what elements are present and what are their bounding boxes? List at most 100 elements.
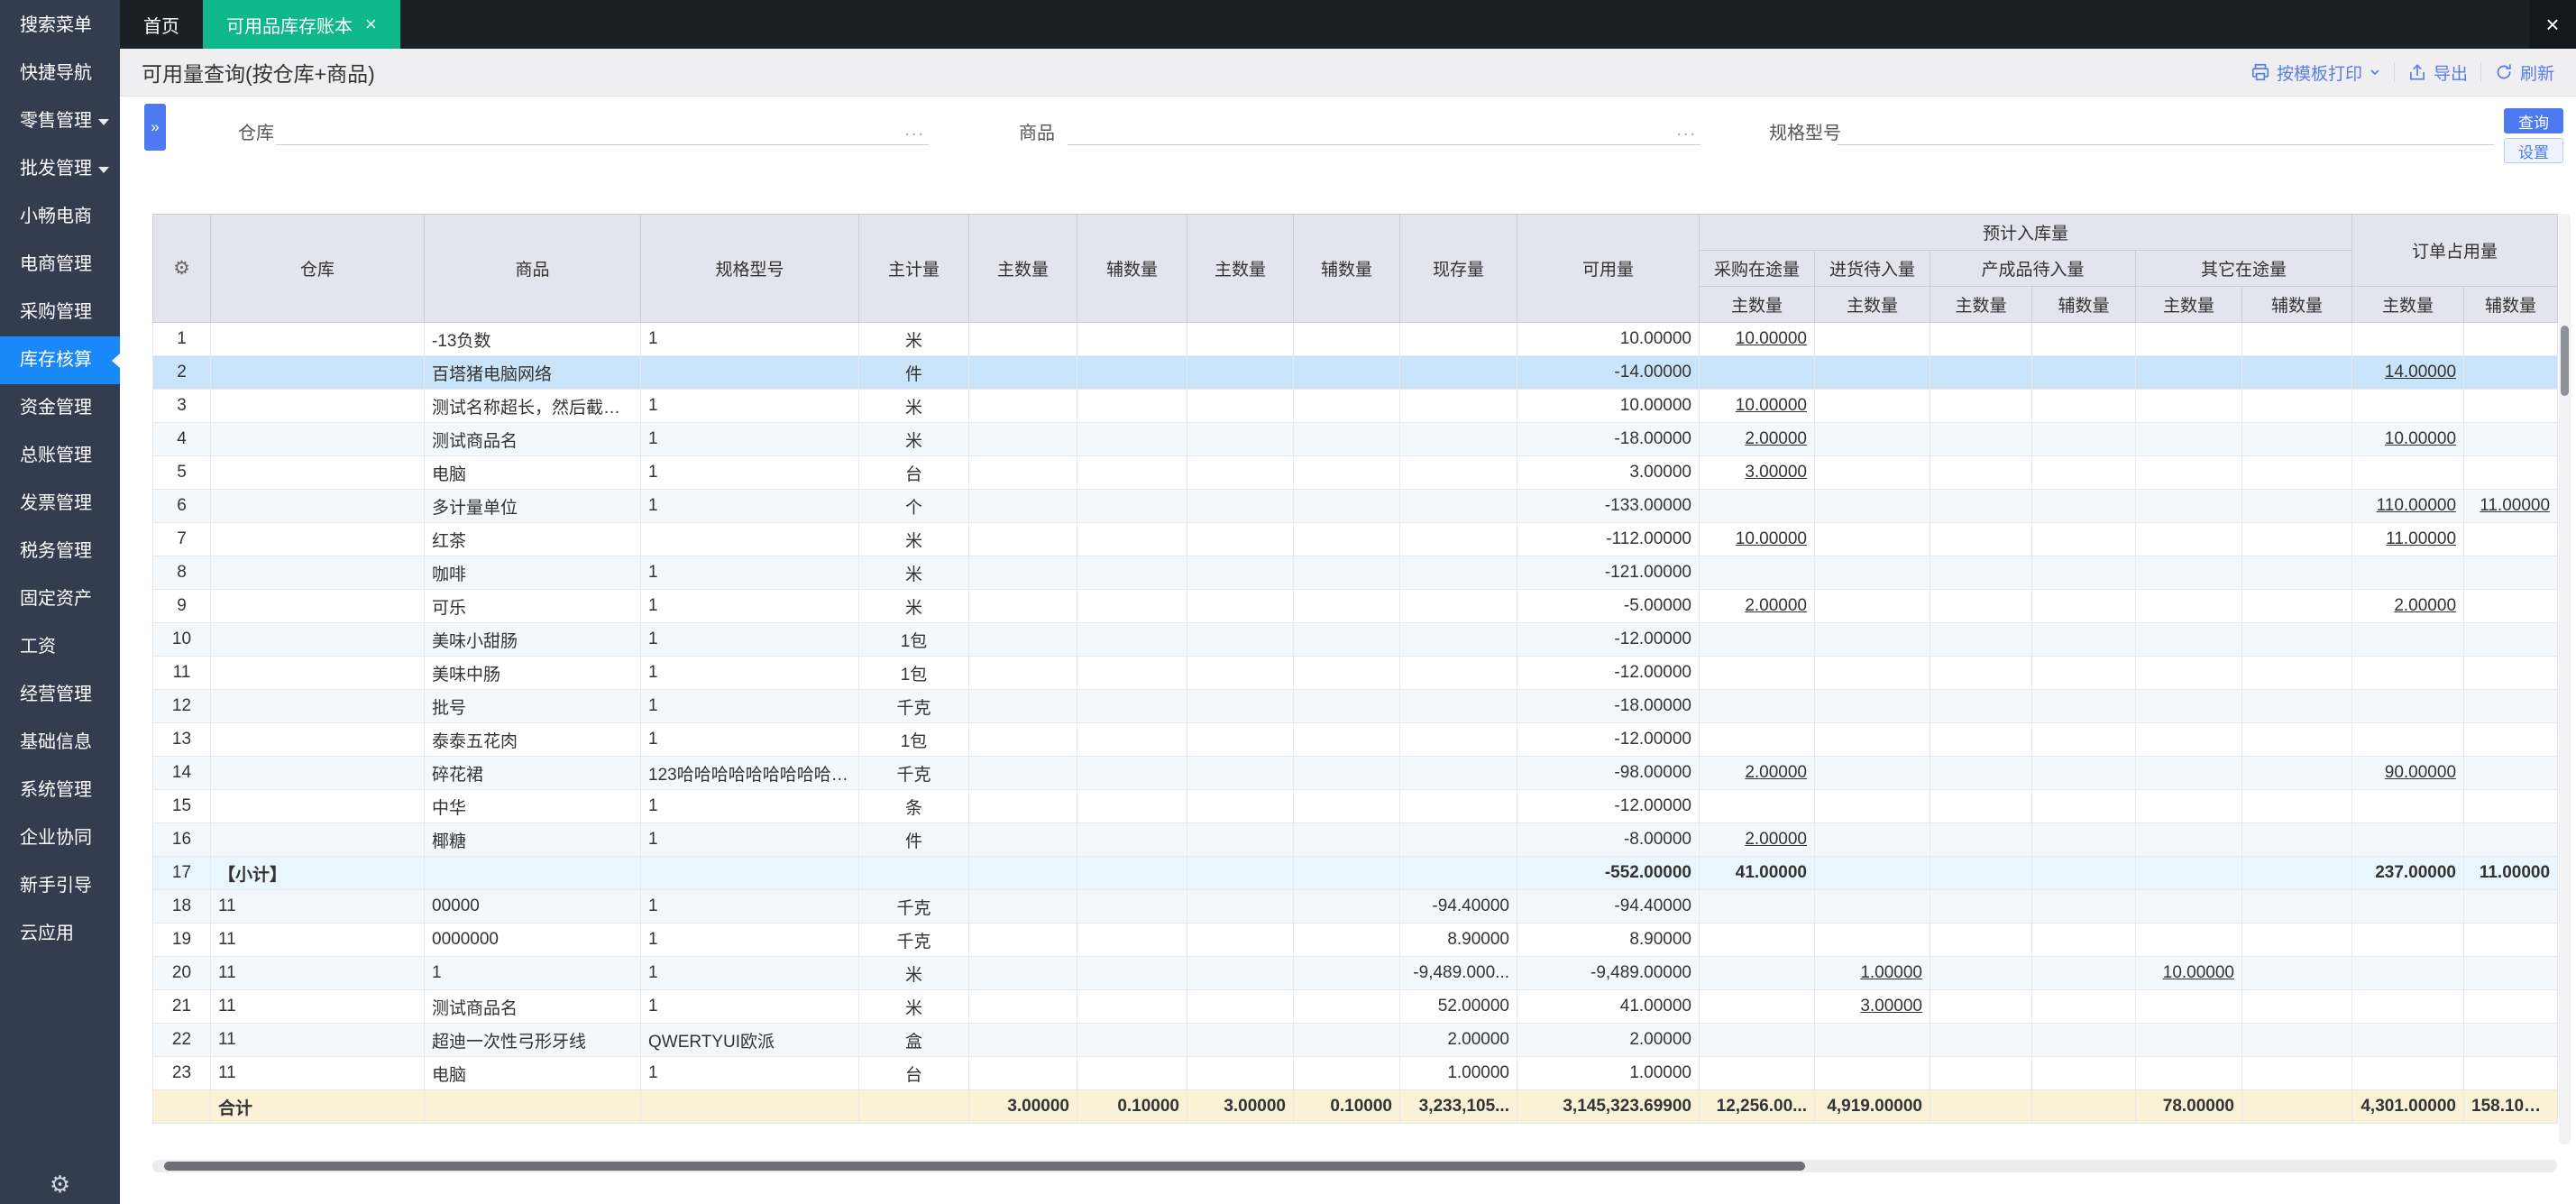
table-row[interactable]: 9 可乐 1 米 -5.00000 2.00000 2.00000 — [152, 589, 2559, 623]
table-row[interactable]: 21 11 测试商品名 1 米 52.00000 41.00000 3.00000 — [152, 989, 2559, 1024]
table-row[interactable]: 4 测试商品名 1 米 -18.00000 2.00000 10.00000 — [152, 422, 2559, 456]
cell-purchase_main[interactable]: 3.00000 — [1699, 455, 1815, 490]
cell-order_main[interactable]: 11.00000 — [2351, 522, 2465, 556]
cell-order_main — [2351, 823, 2465, 857]
query-button[interactable]: 查询 — [2504, 108, 2563, 133]
cell-available: -552.00000 — [1517, 856, 1700, 890]
cell-other_aux — [2241, 823, 2353, 857]
table-row[interactable]: 12 批号 1 千克 -18.00000 — [152, 689, 2559, 723]
sidebar-item-9[interactable]: 总账管理 — [0, 432, 120, 480]
sidebar-item-3[interactable]: 批发管理 — [0, 145, 120, 193]
cell-purchase_main[interactable]: 2.00000 — [1699, 823, 1815, 857]
sidebar-item-18[interactable]: 新手引导 — [0, 862, 120, 910]
cell-purchase_main[interactable]: 2.00000 — [1699, 589, 1815, 623]
cell-incoming_main — [1814, 389, 1930, 423]
sidebar-item-14[interactable]: 经营管理 — [0, 671, 120, 719]
cell-spec: 1 — [640, 489, 859, 523]
table-row[interactable]: 13 泰泰五花肉 1 1包 -12.00000 — [152, 722, 2559, 757]
tab-1[interactable]: 可用品库存账本 × — [203, 0, 400, 49]
total-row[interactable]: 合计 3.00000 0.10000 3.00000 0.10000 3,233,105.… — [152, 1089, 2559, 1124]
cell-incoming_main[interactable]: 3.00000 — [1814, 989, 1930, 1024]
table-row[interactable]: 15 中华 1 条 -12.00000 — [152, 789, 2559, 823]
cell-finished_aux — [2031, 322, 2136, 356]
close-tab-icon[interactable]: × — [365, 14, 377, 34]
reference-picker-icon[interactable]: ... — [904, 121, 925, 139]
sidebar-item-label: 发票管理 — [20, 493, 92, 513]
cell-incoming_main[interactable]: 1.00000 — [1814, 956, 1930, 990]
cell-finished_main — [1930, 1089, 2032, 1124]
sidebar-item-7[interactable]: 库存核算 — [0, 336, 120, 384]
collapse-filters-button[interactable]: » — [144, 104, 166, 151]
cell-other_main[interactable]: 10.00000 — [2135, 956, 2242, 990]
cell-order_main[interactable]: 14.00000 — [2351, 355, 2465, 390]
warehouse-filter-input[interactable] — [276, 107, 929, 144]
table-row[interactable]: 8 咖啡 1 米 -121.00000 — [152, 556, 2559, 590]
sidebar-item-5[interactable]: 电商管理 — [0, 241, 120, 289]
cell-incoming_main — [1814, 823, 1930, 857]
table-row[interactable]: 2 百塔猪电脑网络 件 -14.00000 14.00000 — [152, 355, 2559, 390]
reference-picker-icon[interactable]: ... — [1676, 121, 1697, 139]
table-row[interactable]: 18 11 00000 1 千克 -94.40000 -94.40000 — [152, 889, 2559, 924]
export-button[interactable]: 导出 — [2407, 60, 2468, 85]
table-row[interactable]: 16 椰糖 1 件 -8.00000 2.00000 — [152, 823, 2559, 857]
sidebar-item-2[interactable]: 零售管理 — [0, 97, 120, 145]
table-row[interactable]: 17 【小计】 -552.00000 41.00000 237.00000 11.0000… — [152, 856, 2559, 890]
refresh-button[interactable]: 刷新 — [2494, 60, 2554, 85]
print-button[interactable]: 按模板打印 — [2251, 60, 2381, 85]
horizontal-scrollbar[interactable] — [152, 1160, 2557, 1172]
cell-order_aux[interactable]: 11.00000 — [2463, 489, 2559, 523]
tab-0[interactable]: 首页 — [120, 0, 203, 49]
cell-available: -12.00000 — [1517, 622, 1700, 657]
cell-order_main[interactable]: 90.00000 — [2351, 756, 2465, 790]
sidebar-item-16[interactable]: 系统管理 — [0, 767, 120, 814]
table-row[interactable]: 23 11 电脑 1 台 1.00000 1.00000 — [152, 1056, 2559, 1090]
product-filter-input[interactable] — [1068, 107, 1701, 144]
gear-icon[interactable]: ⚙ — [152, 214, 211, 323]
table-row[interactable]: 19 11 0000000 1 千克 8.90000 8.90000 — [152, 923, 2559, 957]
vertical-scrollbar[interactable] — [2559, 214, 2571, 1144]
table-row[interactable]: 5 电脑 1 台 3.00000 3.00000 — [152, 455, 2559, 490]
table-row[interactable]: 1 -13负数 1 米 10.00000 10.00000 — [152, 322, 2559, 356]
cell-purchase_main[interactable]: 10.00000 — [1699, 322, 1815, 356]
settings-gear-icon[interactable]: ⚙ — [0, 1171, 120, 1199]
cell-purchase_main[interactable]: 2.00000 — [1699, 756, 1815, 790]
cell-purchase_main[interactable]: 2.00000 — [1699, 422, 1815, 456]
table-row[interactable]: 10 美味小甜肠 1 1包 -12.00000 — [152, 622, 2559, 657]
sidebar-item-4[interactable]: 小畅电商 — [0, 193, 120, 241]
cell-aux2 — [1293, 722, 1400, 757]
product-filter-label: 商品 — [1019, 124, 1055, 143]
sidebar-item-8[interactable]: 资金管理 — [0, 384, 120, 432]
cell-order_main[interactable]: 110.00000 — [2351, 489, 2465, 523]
sidebar-item-0[interactable]: 搜索菜单 — [0, 2, 120, 50]
cell-incoming_main — [1814, 856, 1930, 890]
sidebar-item-10[interactable]: 发票管理 — [0, 480, 120, 528]
cell-order_main[interactable]: 2.00000 — [2351, 589, 2465, 623]
refresh-label: 刷新 — [2519, 64, 2554, 84]
cell-product: 红茶 — [424, 522, 641, 556]
table-row[interactable]: 11 美味中肠 1 1包 -12.00000 — [152, 656, 2559, 690]
sidebar-item-11[interactable]: 税务管理 — [0, 528, 120, 575]
table-row[interactable]: 7 红茶 米 -112.00000 10.00000 11.00000 — [152, 522, 2559, 556]
sidebar-item-1[interactable]: 快捷导航 — [0, 50, 120, 97]
sidebar-item-15[interactable]: 基础信息 — [0, 719, 120, 767]
cell-purchase_main[interactable]: 10.00000 — [1699, 389, 1815, 423]
horizontal-scroll-thumb[interactable] — [164, 1162, 1805, 1171]
table-row[interactable]: 3 测试名称超长，然后截断有没...1米 10.0000010.00000 — [152, 389, 2559, 423]
table-row[interactable]: 20 11 1 1 米 -9,489.000... -9,489.00000 1.00000 1… — [152, 956, 2559, 990]
spec-filter-input[interactable] — [1837, 107, 2494, 144]
cell-other_main — [2135, 756, 2242, 790]
table-row[interactable]: 6 多计量单位 1 个 -133.00000 110.00000 11.00000 — [152, 489, 2559, 523]
cell-purchase_main[interactable]: 10.00000 — [1699, 522, 1815, 556]
sidebar-item-13[interactable]: 工资 — [0, 623, 120, 671]
settings-button[interactable]: 设置 — [2504, 138, 2563, 163]
sidebar-item-12[interactable]: 固定资产 — [0, 575, 120, 623]
vertical-scroll-thumb[interactable] — [2561, 326, 2569, 396]
cell-order_main[interactable]: 10.00000 — [2351, 422, 2465, 456]
sidebar-item-17[interactable]: 企业协同 — [0, 814, 120, 862]
sidebar-item-6[interactable]: 采购管理 — [0, 289, 120, 336]
cell-qty2 — [1187, 622, 1294, 657]
sidebar-item-19[interactable]: 云应用 — [0, 910, 120, 958]
table-row[interactable]: 22 11 超迪一次性弓形牙线 QWERTYUI欧派盒 2.00000 2.00000 — [152, 1023, 2559, 1057]
table-row[interactable]: 14 碎花裙 123哈哈哈哈哈哈哈哈哈哈哈... 千克 -98.00000 2.00000… — [152, 756, 2559, 790]
close-window-icon[interactable]: × — [2529, 0, 2576, 49]
